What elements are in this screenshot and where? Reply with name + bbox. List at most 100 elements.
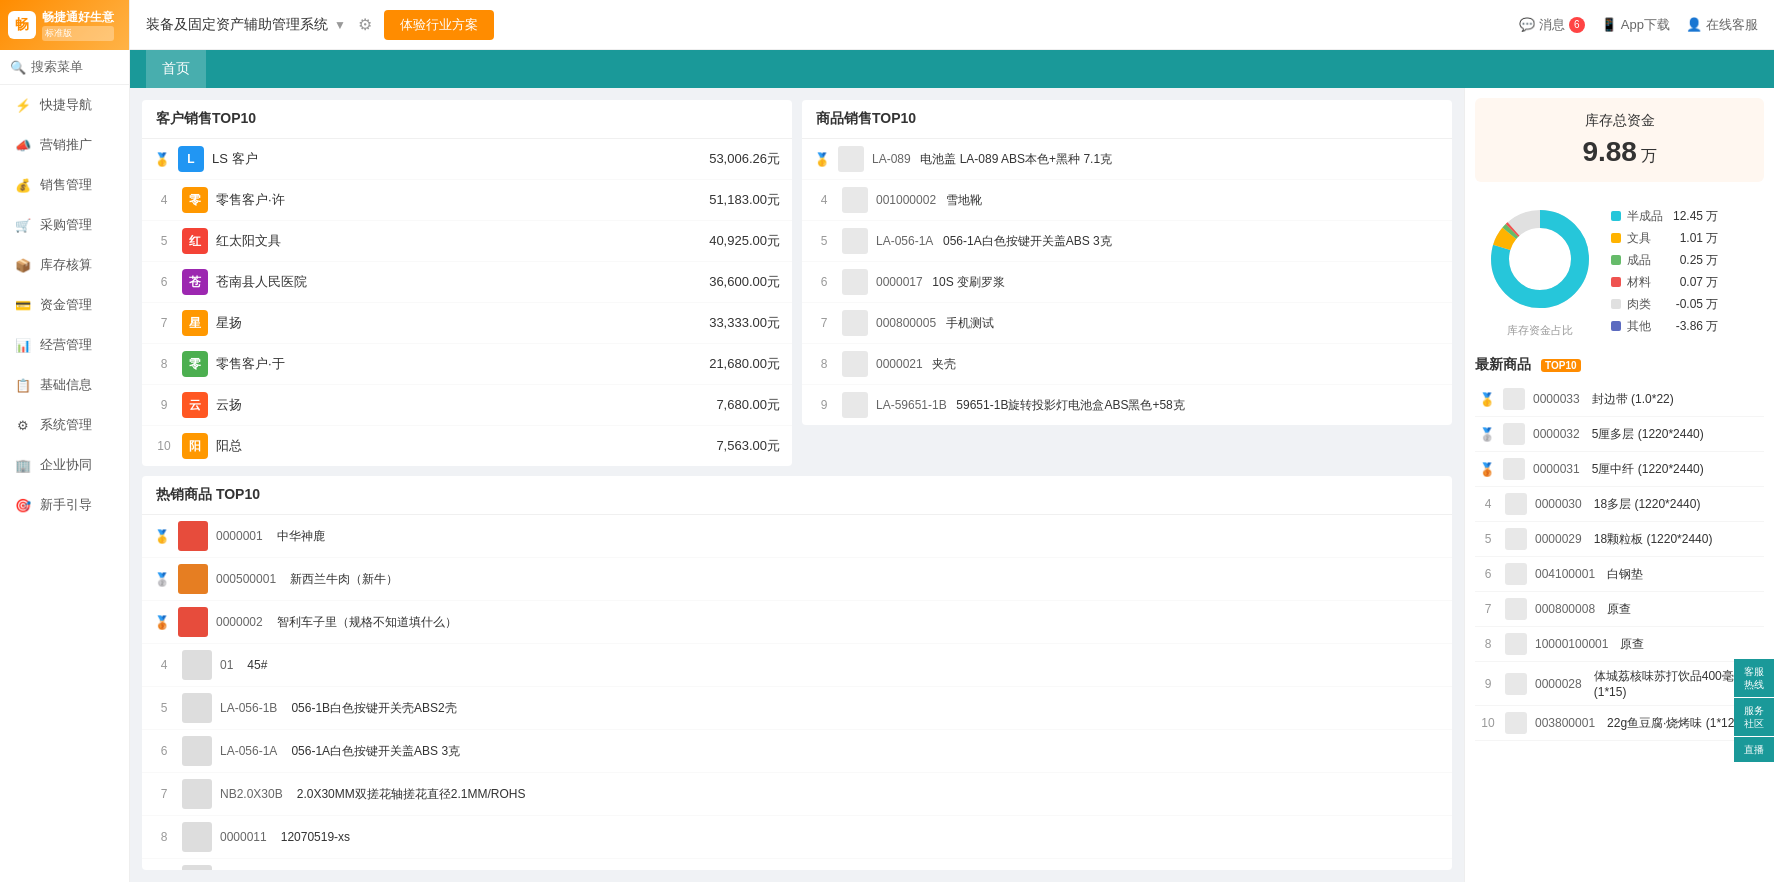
legend-item: 其他 -3.86 万 xyxy=(1611,318,1718,335)
marketing-icon: 📣 xyxy=(14,136,32,154)
sidebar-item-enterprise[interactable]: 🏢 企业协同 xyxy=(0,445,129,485)
trial-button[interactable]: 体验行业方案 xyxy=(384,10,494,40)
legend-item: 肉类 -0.05 万 xyxy=(1611,296,1718,313)
avatar: 云 xyxy=(182,392,208,418)
list-item: 🥈 0000032 5厘多层 (1220*2440) xyxy=(1475,417,1764,452)
direct-button[interactable]: 直播 xyxy=(1734,737,1774,762)
main-columns: 客户销售TOP10 🥇 L LS 客户 53,006.26元 4 xyxy=(142,100,1452,466)
product-thumbnail xyxy=(1505,712,1527,734)
list-item: 10 阳 阳总 7,563.00元 xyxy=(142,426,792,466)
medal-icon: 🥉 xyxy=(154,615,170,630)
sidebar-item-finance[interactable]: 💳 资金管理 xyxy=(0,285,129,325)
legend-item: 文具 1.01 万 xyxy=(1611,230,1718,247)
customer-service-button[interactable]: 👤 在线客服 xyxy=(1686,16,1758,34)
hot-products-list: 🥇 0000001 中华神鹿 🥈 000500001 新西兰牛肉（新牛） 🥉 xyxy=(142,515,1452,870)
product-image xyxy=(178,607,208,637)
service-icon: 👤 xyxy=(1686,17,1702,32)
product-image xyxy=(182,865,212,870)
sidebar-item-purchase[interactable]: 🛒 采购管理 xyxy=(0,205,129,245)
list-item: 🥉 0000031 5厘中纤 (1220*2440) xyxy=(1475,452,1764,487)
list-item: 4 001000002 雪地靴 xyxy=(802,180,1452,221)
list-item: 5 0000029 18颗粒板 (1220*2440) xyxy=(1475,522,1764,557)
gear-icon[interactable]: ⚙ xyxy=(358,15,372,34)
product-image xyxy=(178,564,208,594)
product-sales-card: 商品销售TOP10 🥇 LA-089 电池盖 LA-089 ABS本色+黑种 7… xyxy=(802,100,1452,425)
product-image xyxy=(842,310,868,336)
medal-icon: 🥇 xyxy=(154,529,170,544)
sidebar-item-inventory[interactable]: 📦 库存核算 xyxy=(0,245,129,285)
product-thumbnail xyxy=(1505,633,1527,655)
logo-text: 畅捷通好生意 标准版 xyxy=(42,9,114,41)
customer-hotline-button[interactable]: 客服 热线 xyxy=(1734,659,1774,697)
product-image xyxy=(178,521,208,551)
service-community-button[interactable]: 服务 社区 xyxy=(1734,698,1774,736)
sales-icon: 💰 xyxy=(14,176,32,194)
customer-list: 🥇 L LS 客户 53,006.26元 4 零 零售客户·许 51,183.0… xyxy=(142,139,792,466)
sidebar-item-system[interactable]: ⚙ 系统管理 xyxy=(0,405,129,445)
hot-products-card: 热销商品 TOP10 🥇 0000001 中华神鹿 🥈 000500001 新西… xyxy=(142,476,1452,870)
quick-nav-icon: ⚡ xyxy=(14,96,32,114)
medal-icon: 🥈 xyxy=(1479,427,1495,442)
list-item: 4 01 45# xyxy=(142,644,1452,687)
list-item: 6 0000017 10S 变刷罗浆 xyxy=(802,262,1452,303)
sidebar-navigation: ⚡ 快捷导航 📣 营销推广 💰 销售管理 🛒 采购管理 📦 库存核算 💳 资金管… xyxy=(0,85,129,882)
enterprise-icon: 🏢 xyxy=(14,456,32,474)
list-item: 6 LA-056-1A 056-1A白色按键开关盖ABS 3克 xyxy=(142,730,1452,773)
list-item: 🥇 0000001 中华神鹿 xyxy=(142,515,1452,558)
list-item: 6 004100001 白钢垫 xyxy=(1475,557,1764,592)
list-item: 🥇 LA-089 电池盖 LA-089 ABS本色+黑种 7.1克 xyxy=(802,139,1452,180)
inventory-icon: 📦 xyxy=(14,256,32,274)
sidebar-item-operation[interactable]: 📊 经营管理 xyxy=(0,325,129,365)
list-item: 🥈 000500001 新西兰牛肉（新牛） xyxy=(142,558,1452,601)
dropdown-arrow-icon[interactable]: ▼ xyxy=(334,18,346,32)
app-download-button[interactable]: 📱 App下载 xyxy=(1601,16,1670,34)
avatar: 苍 xyxy=(182,269,208,295)
list-item: 7 000800005 手机测试 xyxy=(802,303,1452,344)
list-item: 4 零 零售客户·许 51,183.00元 xyxy=(142,180,792,221)
guide-icon: 🎯 xyxy=(14,496,32,514)
product-thumbnail xyxy=(1505,673,1527,695)
new-products-title: 最新商品 TOP10 xyxy=(1475,348,1764,382)
inventory-summary: 库存总资金 9.88 万 xyxy=(1475,98,1764,182)
customer-top10-header: 客户销售TOP10 xyxy=(142,100,792,139)
list-item: 9 云 云扬 7,680.00元 xyxy=(142,385,792,426)
list-item: 10 003800001 22g鱼豆腐·烧烤味 (1*12*20) xyxy=(1475,706,1764,741)
list-item: 5 LA-056-1B 056-1B白色按键开关壳ABS2壳 xyxy=(142,687,1452,730)
list-item: 🥇 L LS 客户 53,006.26元 xyxy=(142,139,792,180)
product-image xyxy=(182,650,212,680)
message-icon: 💬 xyxy=(1519,17,1535,32)
product-thumbnail xyxy=(1505,563,1527,585)
topbar: 装备及固定资产辅助管理系统 ▼ ⚙ 体验行业方案 💬 消息 6 📱 App下载 … xyxy=(130,0,1774,50)
list-item: 9 LA-59651-1B 59651-1B旋转投影灯电池盒ABS黑色+58克 xyxy=(802,385,1452,425)
search-menu-button[interactable]: 🔍 搜索菜单 xyxy=(10,58,83,76)
content-left: 客户销售TOP10 🥇 L LS 客户 53,006.26元 4 xyxy=(130,88,1464,882)
nav-home[interactable]: 首页 xyxy=(146,50,206,88)
product-sales-list: 🥇 LA-089 电池盖 LA-089 ABS本色+黑种 7.1克 4 xyxy=(802,139,1452,425)
product-thumbnail xyxy=(1503,458,1525,480)
list-item: 🥇 0000033 封边带 (1.0*22) xyxy=(1475,382,1764,417)
product-image xyxy=(838,146,864,172)
sidebar-item-quick-nav[interactable]: ⚡ 快捷导航 xyxy=(0,85,129,125)
list-item: 7 000800008 原查 xyxy=(1475,592,1764,627)
right-panel: 库存总资金 9.88 万 xyxy=(1464,88,1774,882)
message-button[interactable]: 💬 消息 6 xyxy=(1519,16,1585,34)
list-item: 8 0000021 夹壳 xyxy=(802,344,1452,385)
sidebar-search-area[interactable]: 🔍 搜索菜单 xyxy=(0,50,129,85)
new-products-list: 🥇 0000033 封边带 (1.0*22) 🥈 0000032 5厘多层 (1… xyxy=(1475,382,1764,741)
list-item: 🥉 0000002 智利车子里（规格不知道填什么） xyxy=(142,601,1452,644)
legend-item: 材料 0.07 万 xyxy=(1611,274,1718,291)
list-item: 9 0000028 体城荔核味苏打饮品400毫升 (1*15) xyxy=(1475,662,1764,706)
donut-chart: 库存资金占比 xyxy=(1485,204,1595,338)
product-image xyxy=(182,779,212,809)
sidebar-item-sales[interactable]: 💰 销售管理 xyxy=(0,165,129,205)
new-products-section: 最新商品 TOP10 🥇 0000033 封边带 (1.0*22) 🥈 0000… xyxy=(1475,348,1764,741)
sidebar-item-guide[interactable]: 🎯 新手引导 xyxy=(0,485,129,525)
system-icon: ⚙ xyxy=(14,416,32,434)
product-thumbnail xyxy=(1505,598,1527,620)
list-item: 8 零 零售客户·于 21,680.00元 xyxy=(142,344,792,385)
sidebar-item-basic[interactable]: 📋 基础信息 xyxy=(0,365,129,405)
inventory-legend: 半成品 12.45 万 文具 1.01 万 成品 0.25 万 xyxy=(1611,208,1718,335)
list-item: 6 苍 苍南县人民医院 36,600.00元 xyxy=(142,262,792,303)
list-item: 4 0000030 18多层 (1220*2440) xyxy=(1475,487,1764,522)
sidebar-item-marketing[interactable]: 📣 营销推广 xyxy=(0,125,129,165)
